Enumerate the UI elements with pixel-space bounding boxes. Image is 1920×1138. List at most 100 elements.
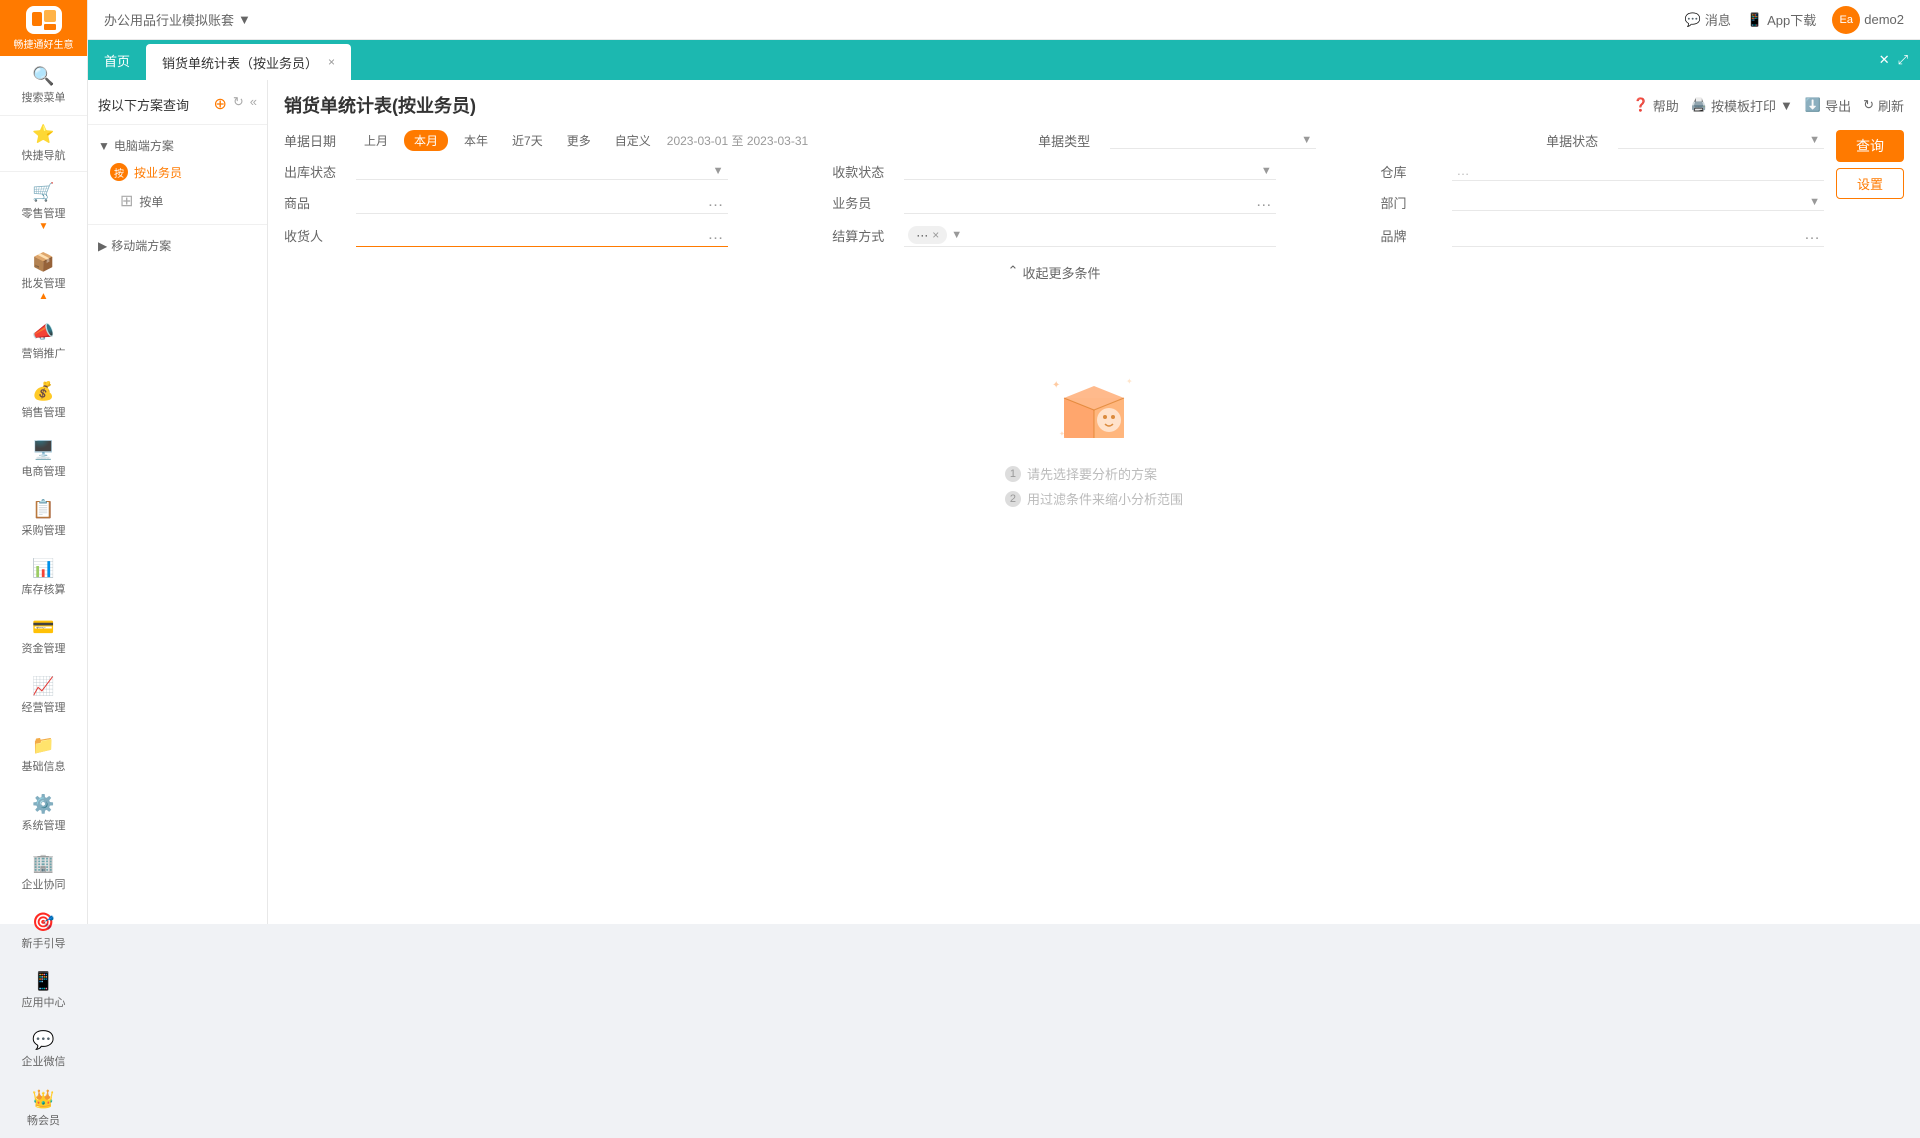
user-menu[interactable]: Ea demo2 xyxy=(1832,6,1904,34)
desktop-section-title[interactable]: ▼ 电脑端方案 xyxy=(88,133,267,158)
app-download-button[interactable]: 📱 App下载 xyxy=(1747,10,1816,29)
left-panel: 按以下方案查询 ⊕ ↻ « ▼ 电脑端方案 按 按业务员 ⊞ xyxy=(88,80,268,924)
goods-label: 商品 xyxy=(284,193,340,212)
svg-text:✦: ✦ xyxy=(1059,430,1065,438)
date-7days[interactable]: 近7天 xyxy=(504,130,551,151)
outstatus-arrow: ▼ xyxy=(713,165,724,177)
docstatus-select[interactable]: ▼ xyxy=(1618,132,1824,149)
tab-close-icon[interactable]: × xyxy=(328,55,335,69)
search-icon: 🔍 xyxy=(32,66,54,87)
print-icon: 🖨️ xyxy=(1691,97,1707,113)
sidebar-item-wholesale[interactable]: 📦 批发管理 ▲ xyxy=(0,242,87,312)
export-label: 导出 xyxy=(1825,96,1851,115)
brand-input[interactable]: … xyxy=(1452,224,1824,247)
tip-num-1: 1 xyxy=(1005,466,1021,482)
help-button[interactable]: ❓ 帮助 xyxy=(1633,96,1679,115)
date-lastmonth[interactable]: 上月 xyxy=(356,130,396,151)
sidebar-item-purchase[interactable]: 📋 采购管理 xyxy=(0,489,87,548)
help-icon: ❓ xyxy=(1633,97,1649,113)
quicknav-icon: ⭐ xyxy=(32,124,54,145)
topbar-right: 💬 消息 📱 App下载 Ea demo2 xyxy=(1685,6,1904,34)
date-custom[interactable]: 自定义 xyxy=(607,130,659,151)
salesperson-dots[interactable]: … xyxy=(1256,193,1272,211)
empty-tip-2: 2 用过滤条件来缩小分析范围 xyxy=(1005,489,1183,508)
outstatus-label: 出库状态 xyxy=(284,162,340,181)
date-thisyear[interactable]: 本年 xyxy=(456,130,496,151)
paystatus-select[interactable]: ▼ xyxy=(904,163,1276,180)
date-more[interactable]: 更多 xyxy=(559,130,599,151)
sidebar-item-wechat[interactable]: 💬 企业微信 xyxy=(0,1020,87,1079)
maximize-icon[interactable]: ⤢ xyxy=(1898,52,1908,68)
empty-tip-1: 1 请先选择要分析的方案 xyxy=(1005,464,1183,483)
sidebar-item-operation[interactable]: 📈 经营管理 xyxy=(0,666,87,725)
tab-home-label: 首页 xyxy=(104,51,130,70)
sidebar-item-sales[interactable]: 💰 销售管理 xyxy=(0,371,87,430)
message-icon: 💬 xyxy=(1685,12,1701,28)
salesperson-input[interactable]: … xyxy=(904,191,1276,214)
sidebar-item-system[interactable]: ⚙️ 系统管理 xyxy=(0,784,87,843)
doctype-select[interactable]: ▼ xyxy=(1110,132,1316,149)
sidebar-item-ecommerce[interactable]: 🖥️ 电商管理 xyxy=(0,430,87,489)
sidebar-search[interactable]: 🔍 搜索菜单 xyxy=(0,56,87,116)
sidebar-item-retail[interactable]: 🛒 零售管理 ▼ xyxy=(0,172,87,242)
goods-input[interactable]: … xyxy=(356,191,728,214)
sidebar-item-basic[interactable]: 📁 基础信息 xyxy=(0,725,87,784)
tip-text-2: 用过滤条件来缩小分析范围 xyxy=(1027,489,1183,508)
sidebar-item-newguide[interactable]: 🎯 新手引导 xyxy=(0,902,87,961)
payment-input[interactable]: ··· × ▼ xyxy=(904,224,1276,247)
tab-home[interactable]: 首页 xyxy=(88,40,146,80)
consignee-text-input[interactable] xyxy=(360,228,708,243)
avatar: Ea xyxy=(1832,6,1860,34)
section-expand-icon: ▼ xyxy=(98,139,110,153)
left-panel-actions: ⊕ ↻ « xyxy=(213,94,257,114)
mobile-section-label: 移动端方案 xyxy=(111,237,171,254)
sidebar-item-appcenter[interactable]: 📱 应用中心 xyxy=(0,961,87,1020)
message-label: 消息 xyxy=(1705,10,1731,29)
sidebar-quicknav[interactable]: ⭐ 快捷导航 xyxy=(0,116,87,172)
date-label: 单据日期 xyxy=(284,131,340,150)
mobile-section-title[interactable]: ▶ 移动端方案 xyxy=(88,233,267,258)
brand-dots[interactable]: … xyxy=(1804,226,1820,244)
date-range-text: 2023-03-01 至 2023-03-31 xyxy=(667,132,808,149)
payment-tag-close[interactable]: × xyxy=(932,228,939,242)
collapse-icon: ⌃ xyxy=(1008,263,1019,282)
sidebar: 畅捷通好生意 🔍 搜索菜单 ⭐ 快捷导航 🛒 零售管理 ▼ 📦 批发管理 ▲ 📣… xyxy=(0,0,88,924)
department-label: 部门 xyxy=(1380,193,1436,212)
print-button[interactable]: 🖨️ 按模板打印 ▼ xyxy=(1691,96,1793,115)
sidebar-item-member[interactable]: 👑 畅会员 xyxy=(0,1079,87,1138)
scheme-byorder[interactable]: ⊞ 按单 xyxy=(88,186,267,216)
salesperson-label: 业务员 xyxy=(832,193,888,212)
scheme-salesperson[interactable]: 按 按业务员 xyxy=(88,158,267,186)
consignee-dots[interactable]: … xyxy=(708,226,724,244)
outstatus-select[interactable]: ▼ xyxy=(356,163,728,180)
date-thismonth[interactable]: 本月 xyxy=(404,130,448,151)
message-button[interactable]: 💬 消息 xyxy=(1685,10,1731,29)
topbar: 办公用品行业模拟账套 ▼ 💬 消息 📱 App下载 Ea demo2 xyxy=(88,0,1920,40)
close-window-icon[interactable]: ✕ xyxy=(1879,52,1890,68)
refresh-button[interactable]: ↻ 刷新 xyxy=(1863,96,1904,115)
settings-button[interactable]: 设置 xyxy=(1836,168,1904,199)
goods-dots[interactable]: … xyxy=(708,193,724,211)
sidebar-item-finance[interactable]: 💳 资金管理 xyxy=(0,607,87,666)
export-button[interactable]: ⬇️ 导出 xyxy=(1805,96,1851,115)
filter-collapse[interactable]: ⌃ 收起更多条件 xyxy=(284,257,1824,288)
consignee-input[interactable]: … xyxy=(356,224,728,247)
department-select[interactable]: ▼ xyxy=(1452,194,1824,211)
tab-sales-stats[interactable]: 销货单统计表（按业务员） × xyxy=(146,44,351,80)
sidebar-item-marketing[interactable]: 📣 营销推广 xyxy=(0,312,87,371)
left-panel-title: 按以下方案查询 xyxy=(98,95,189,114)
quicknav-label: 快捷导航 xyxy=(22,147,66,163)
search-label: 搜索菜单 xyxy=(22,89,66,105)
add-scheme-button[interactable]: ⊕ xyxy=(213,94,226,114)
print-dropdown-icon: ▼ xyxy=(1780,98,1793,113)
docstatus-arrow: ▼ xyxy=(1809,134,1820,146)
sidebar-item-inventory[interactable]: 📊 库存核算 xyxy=(0,548,87,607)
warehouse-select[interactable]: … xyxy=(1452,161,1824,181)
sidebar-item-enterprise[interactable]: 🏢 企业协同 xyxy=(0,843,87,902)
collapse-panel-button[interactable]: « xyxy=(250,94,257,114)
refresh-scheme-button[interactable]: ↻ xyxy=(233,94,244,114)
query-button[interactable]: 查询 xyxy=(1836,130,1904,162)
consignee-label: 收货人 xyxy=(284,226,340,245)
account-dropdown[interactable]: 办公用品行业模拟账套 ▼ xyxy=(104,10,251,29)
scheme-label: 按业务员 xyxy=(134,164,182,181)
